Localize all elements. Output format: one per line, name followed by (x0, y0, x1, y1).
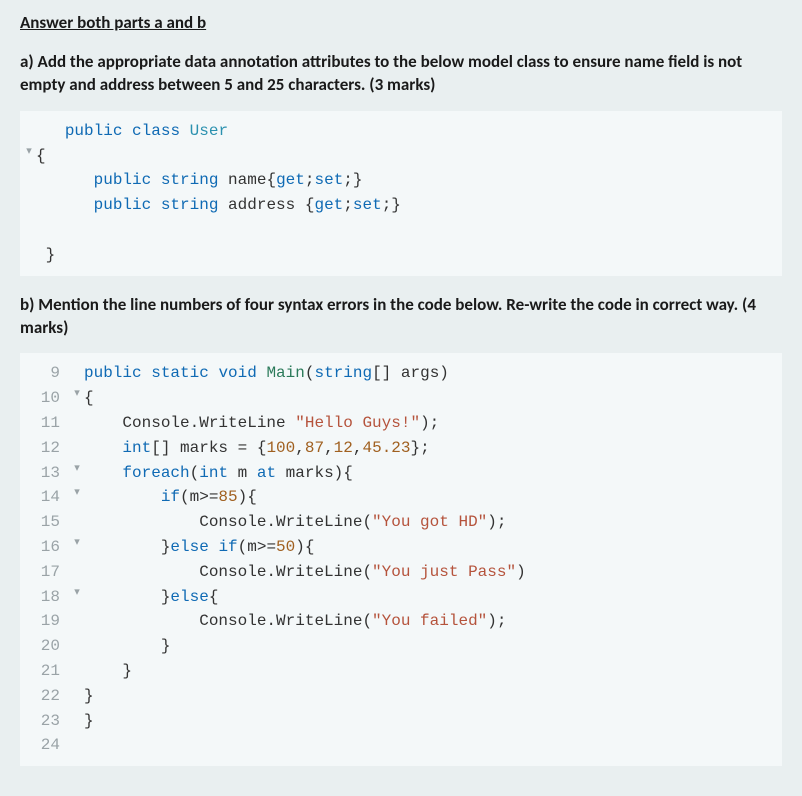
line-number: 13 (24, 461, 72, 486)
code-content: public class User (36, 119, 228, 144)
code-content: } (36, 243, 55, 268)
code-content: }else if(m>=50){ (84, 535, 314, 560)
line-number: 17 (24, 560, 72, 585)
fold-icon (24, 218, 36, 243)
code-content: { (36, 144, 46, 169)
fold-icon: ▾ (72, 585, 84, 610)
code-content: } (84, 659, 132, 684)
line-number: 18 (24, 585, 72, 610)
code-line: 14▾ if(m>=85){ (24, 485, 778, 510)
code-line: 22 } (24, 684, 778, 709)
code-content: Console.WriteLine("You failed"); (84, 609, 506, 634)
code-content: int[] marks = {100,87,12,45.23}; (84, 436, 430, 461)
code-line: public class User (24, 119, 778, 144)
code-content: } (84, 684, 94, 709)
line-number: 19 (24, 609, 72, 634)
code-content: public string address {get;set;} (36, 193, 401, 218)
question-b: b) Mention the line numbers of four synt… (20, 294, 782, 340)
code-content: } (84, 634, 170, 659)
code-line: public string name{get;set;} (24, 168, 778, 193)
line-number: 24 (24, 733, 72, 758)
fold-icon (24, 168, 36, 193)
fold-icon (72, 684, 84, 709)
code-content: { (84, 386, 94, 411)
line-number: 21 (24, 659, 72, 684)
code-line: 21 } (24, 659, 778, 684)
code-line: 15 Console.WriteLine("You got HD"); (24, 510, 778, 535)
fold-icon (72, 411, 84, 436)
fold-icon: ▾ (72, 461, 84, 486)
fold-icon: ▾ (24, 144, 36, 169)
code-line: 11 Console.WriteLine "Hello Guys!"); (24, 411, 778, 436)
instruction-heading: Answer both parts a and b (20, 12, 782, 35)
code-line: 12 int[] marks = {100,87,12,45.23}; (24, 436, 778, 461)
line-number: 15 (24, 510, 72, 535)
fold-icon: ▾ (72, 386, 84, 411)
fold-icon (24, 243, 36, 268)
code-content: if(m>=85){ (84, 485, 257, 510)
code-line: 9 public static void Main(string[] args) (24, 361, 778, 386)
fold-icon: ▾ (72, 485, 84, 510)
line-number: 20 (24, 634, 72, 659)
line-number: 11 (24, 411, 72, 436)
code-line: 23 } (24, 709, 778, 734)
code-line (24, 218, 778, 243)
code-content: Console.WriteLine("You got HD"); (84, 510, 506, 535)
code-content: public string name{get;set;} (36, 168, 363, 193)
code-content: } (84, 709, 94, 734)
fold-icon (72, 609, 84, 634)
line-number: 23 (24, 709, 72, 734)
fold-icon (72, 659, 84, 684)
code-content (36, 218, 46, 243)
line-number: 10 (24, 386, 72, 411)
code-line: 16▾ }else if(m>=50){ (24, 535, 778, 560)
code-line: 20 } (24, 634, 778, 659)
fold-icon (72, 733, 84, 758)
fold-icon (72, 709, 84, 734)
code-line: ▾{ (24, 144, 778, 169)
code-block-b: 9 public static void Main(string[] args)… (20, 353, 782, 766)
code-content: foreach(int m at marks){ (84, 461, 353, 486)
fold-icon (24, 193, 36, 218)
line-number: 14 (24, 485, 72, 510)
fold-icon: ▾ (72, 535, 84, 560)
code-content: public static void Main(string[] args) (84, 361, 449, 386)
code-block-a: public class User▾{ public string name{g… (20, 111, 782, 276)
code-line: } (24, 243, 778, 268)
fold-icon (72, 361, 84, 386)
line-number: 12 (24, 436, 72, 461)
line-number: 16 (24, 535, 72, 560)
code-content: }else{ (84, 585, 218, 610)
fold-icon (72, 436, 84, 461)
code-line: 13▾ foreach(int m at marks){ (24, 461, 778, 486)
fold-icon (72, 634, 84, 659)
code-line: 19 Console.WriteLine("You failed"); (24, 609, 778, 634)
code-line: 24 (24, 733, 778, 758)
fold-icon (72, 560, 84, 585)
fold-icon (72, 510, 84, 535)
code-line: public string address {get;set;} (24, 193, 778, 218)
code-content: Console.WriteLine("You just Pass") (84, 560, 526, 585)
code-line: 10▾{ (24, 386, 778, 411)
line-number: 9 (24, 361, 72, 386)
code-line: 18▾ }else{ (24, 585, 778, 610)
code-content: Console.WriteLine "Hello Guys!"); (84, 411, 439, 436)
line-number: 22 (24, 684, 72, 709)
code-line: 17 Console.WriteLine("You just Pass") (24, 560, 778, 585)
fold-icon (24, 119, 36, 144)
question-a: a) Add the appropriate data annotation a… (20, 51, 782, 97)
